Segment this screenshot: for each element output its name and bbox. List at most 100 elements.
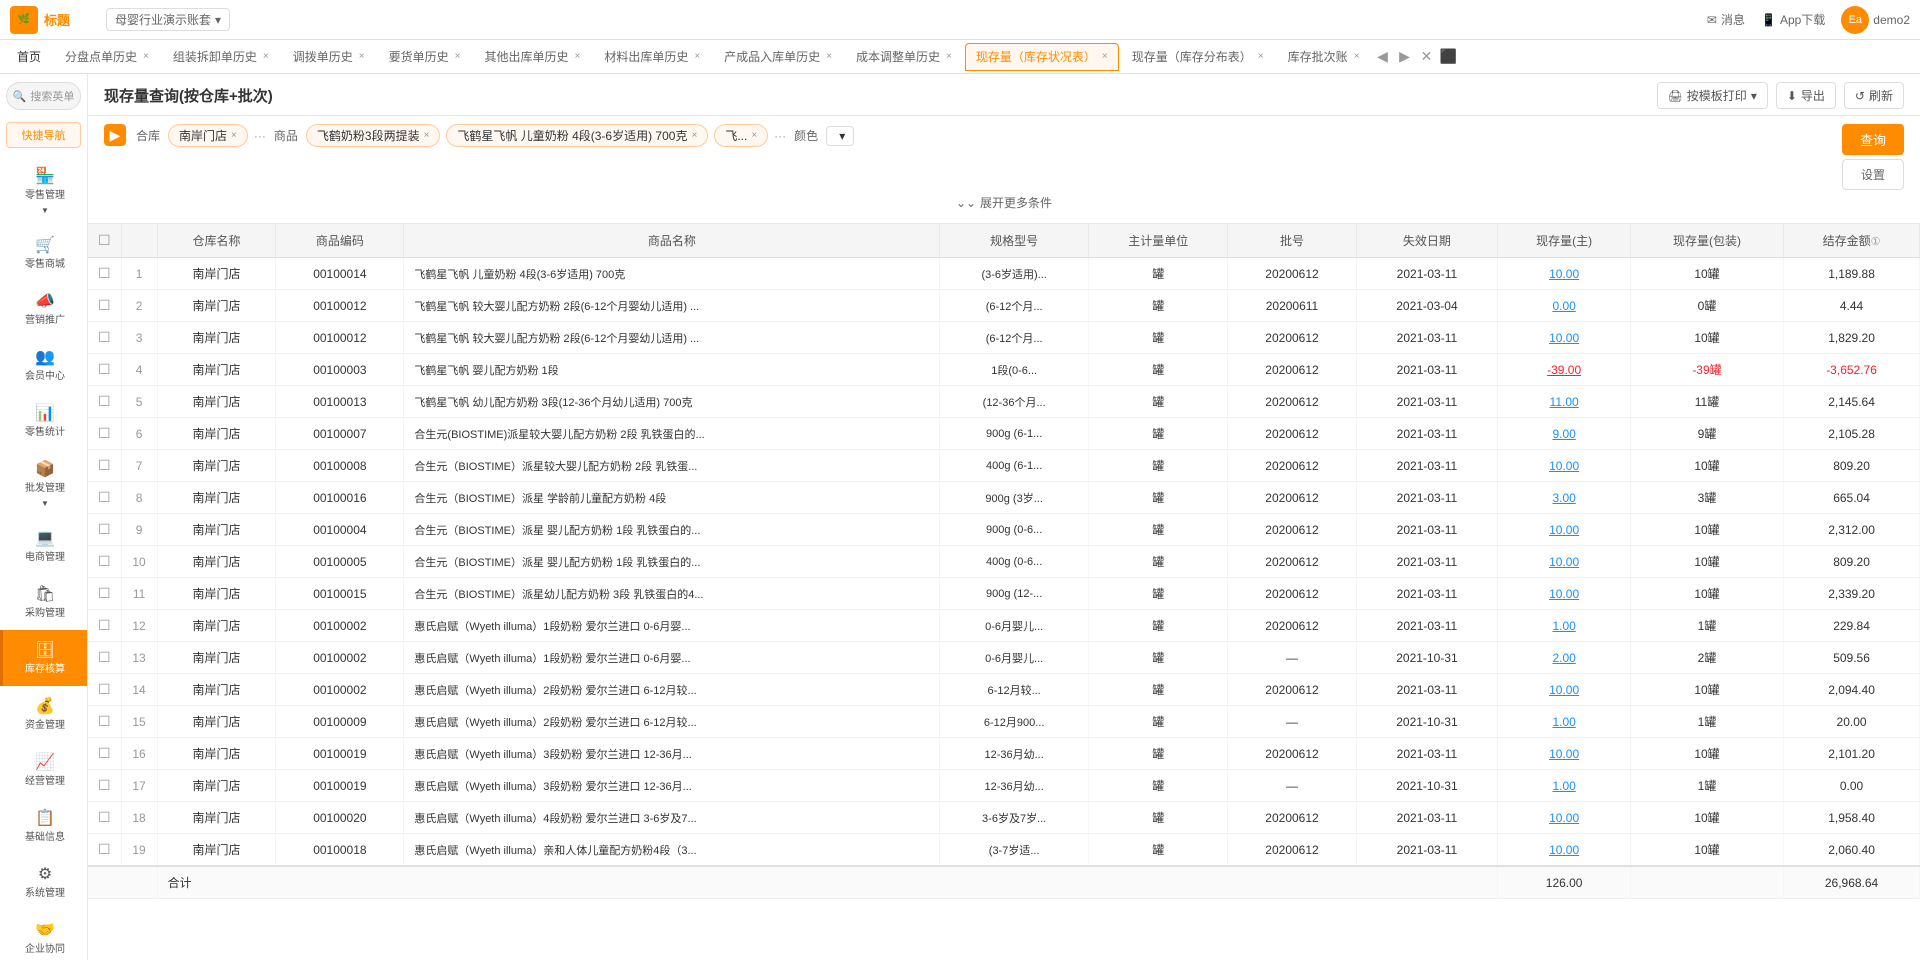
td-stock-main[interactable]: 1.00 [1498, 706, 1631, 738]
color-filter-dropdown[interactable]: ▾ [826, 126, 854, 146]
td-stock-main[interactable]: 1.00 [1498, 610, 1631, 642]
search-menu-btn[interactable]: 🔍 搜索英单 [6, 82, 81, 110]
row-checkbox[interactable]: ☐ [98, 745, 111, 761]
td-stock-main[interactable]: -39.00 [1498, 354, 1631, 386]
td-checkbox[interactable]: ☐ [88, 514, 121, 546]
row-checkbox[interactable]: ☐ [98, 425, 111, 441]
product-tag-1-close[interactable]: × [424, 130, 430, 141]
td-stock-main[interactable]: 10.00 [1498, 514, 1631, 546]
tab-close-icon[interactable]: × [826, 51, 832, 62]
td-stock-main[interactable]: 1.00 [1498, 770, 1631, 802]
td-checkbox[interactable]: ☐ [88, 450, 121, 482]
td-stock-main[interactable]: 9.00 [1498, 418, 1631, 450]
row-checkbox[interactable]: ☐ [98, 777, 111, 793]
tab-cost-adjust[interactable]: 成本调整单历史 × [845, 43, 963, 71]
tab-close-all-btn[interactable]: ✕ [1416, 47, 1436, 67]
tab-stock-status[interactable]: 现存量（库存状况表） × [965, 43, 1119, 71]
tab-close-icon[interactable]: × [1258, 51, 1264, 62]
td-stock-main[interactable]: 2.00 [1498, 642, 1631, 674]
row-checkbox[interactable]: ☐ [98, 713, 111, 729]
sidebar-item-batch-mgmt[interactable]: 📦 批发管理 ▼ [0, 449, 87, 518]
export-btn[interactable]: ⬇ 导出 [1776, 82, 1836, 109]
td-stock-main[interactable]: 10.00 [1498, 450, 1631, 482]
tab-close-icon[interactable]: × [455, 51, 461, 62]
product-tag-3-close[interactable]: × [751, 130, 757, 141]
row-checkbox[interactable]: ☐ [98, 489, 111, 505]
sidebar-item-retail-mall[interactable]: 🛒 零售商城 [0, 225, 87, 281]
row-checkbox[interactable]: ☐ [98, 297, 111, 313]
row-checkbox[interactable]: ☐ [98, 329, 111, 345]
template-print-btn[interactable]: 🖨 按模板打印 ▾ [1657, 82, 1768, 109]
td-checkbox[interactable]: ☐ [88, 546, 121, 578]
user-area[interactable]: Ea demo2 [1841, 6, 1910, 34]
filter-expand-btn[interactable]: ▶ [104, 124, 126, 146]
tab-close-icon[interactable]: × [694, 51, 700, 62]
quick-nav-btn[interactable]: 快捷导航 [6, 122, 81, 148]
td-stock-main[interactable]: 10.00 [1498, 258, 1631, 290]
tab-batch[interactable]: 库存批次账 × [1277, 43, 1371, 71]
row-checkbox[interactable]: ☐ [98, 617, 111, 633]
sidebar-item-ecommerce[interactable]: 💻 电商管理 [0, 518, 87, 574]
sidebar-item-marketing[interactable]: 📣 营销推广 [0, 281, 87, 337]
td-checkbox[interactable]: ☐ [88, 578, 121, 610]
expand-more-conditions-btn[interactable]: ⌄⌄ 展开更多条件 [104, 190, 1904, 215]
product-tag-2-close[interactable]: × [691, 130, 697, 141]
tab-close-icon[interactable]: × [946, 51, 952, 62]
sidebar-item-enterprise[interactable]: 🤝 企业协同 [0, 910, 87, 960]
td-checkbox[interactable]: ☐ [88, 738, 121, 770]
tab-close-icon[interactable]: × [1102, 51, 1108, 62]
td-stock-main[interactable]: 10.00 [1498, 834, 1631, 867]
sidebar-item-member[interactable]: 👥 会员中心 [0, 337, 87, 393]
sidebar-item-purchase[interactable]: 🛍 采购管理 [0, 574, 87, 630]
sidebar-item-retail-mgmt[interactable]: 🏪 零售管理 ▼ [0, 156, 87, 225]
row-checkbox[interactable]: ☐ [98, 585, 111, 601]
refresh-btn[interactable]: ↺ 刷新 [1844, 82, 1904, 109]
td-checkbox[interactable]: ☐ [88, 386, 121, 418]
td-stock-main[interactable]: 10.00 [1498, 802, 1631, 834]
td-stock-main[interactable]: 10.00 [1498, 322, 1631, 354]
tab-next-btn[interactable]: ▶ [1394, 47, 1414, 67]
tab-expand-btn[interactable]: ⬛ [1438, 47, 1458, 67]
td-checkbox[interactable]: ☐ [88, 418, 121, 450]
td-checkbox[interactable]: ☐ [88, 610, 121, 642]
td-stock-main[interactable]: 0.00 [1498, 290, 1631, 322]
product-more-btn[interactable]: ··· [774, 129, 786, 143]
td-stock-main[interactable]: 3.00 [1498, 482, 1631, 514]
tab-close-icon[interactable]: × [263, 51, 269, 62]
query-btn[interactable]: 查询 [1842, 124, 1904, 155]
sidebar-item-inventory[interactable]: 🗄 库存核算 [0, 630, 87, 686]
td-stock-main[interactable]: 10.00 [1498, 578, 1631, 610]
tab-other-out[interactable]: 其他出库单历史 × [473, 43, 591, 71]
td-stock-main[interactable]: 10.00 [1498, 674, 1631, 706]
app-download-btn[interactable]: 📱 App下载 [1761, 11, 1825, 28]
row-checkbox[interactable]: ☐ [98, 553, 111, 569]
setting-btn[interactable]: 设置 [1842, 159, 1904, 190]
td-stock-main[interactable]: 10.00 [1498, 546, 1631, 578]
row-checkbox[interactable]: ☐ [98, 265, 111, 281]
tab-disassemble[interactable]: 组装拆卸单历史 × [162, 43, 280, 71]
row-checkbox[interactable]: ☐ [98, 521, 111, 537]
tab-mix[interactable]: 调拨单历史 × [282, 43, 376, 71]
td-checkbox[interactable]: ☐ [88, 802, 121, 834]
td-stock-main[interactable]: 11.00 [1498, 386, 1631, 418]
td-stock-main[interactable]: 10.00 [1498, 738, 1631, 770]
tab-material-out[interactable]: 材料出库单历史 × [593, 43, 711, 71]
tab-product-in[interactable]: 产成品入库单历史 × [713, 43, 843, 71]
warehouse-more-btn[interactable]: ··· [254, 129, 266, 143]
row-checkbox[interactable]: ☐ [98, 393, 111, 409]
workspace-select[interactable]: 母婴行业演示账套 ▾ [106, 8, 230, 31]
tab-close-icon[interactable]: × [1354, 51, 1360, 62]
warehouse-tag-close[interactable]: × [231, 130, 237, 141]
balance-info-icon[interactable]: ① [1871, 236, 1881, 248]
row-checkbox[interactable]: ☐ [98, 841, 111, 857]
select-all-checkbox[interactable]: ☐ [98, 232, 111, 248]
sidebar-item-finance[interactable]: 💰 资金管理 [0, 686, 87, 742]
td-checkbox[interactable]: ☐ [88, 482, 121, 514]
sidebar-item-ops[interactable]: 📈 经营管理 [0, 742, 87, 798]
messages-btn[interactable]: ✉ 消息 [1707, 11, 1745, 28]
tab-prev-btn[interactable]: ◀ [1372, 47, 1392, 67]
td-checkbox[interactable]: ☐ [88, 674, 121, 706]
td-checkbox[interactable]: ☐ [88, 834, 121, 867]
row-checkbox[interactable]: ☐ [98, 681, 111, 697]
row-checkbox[interactable]: ☐ [98, 457, 111, 473]
